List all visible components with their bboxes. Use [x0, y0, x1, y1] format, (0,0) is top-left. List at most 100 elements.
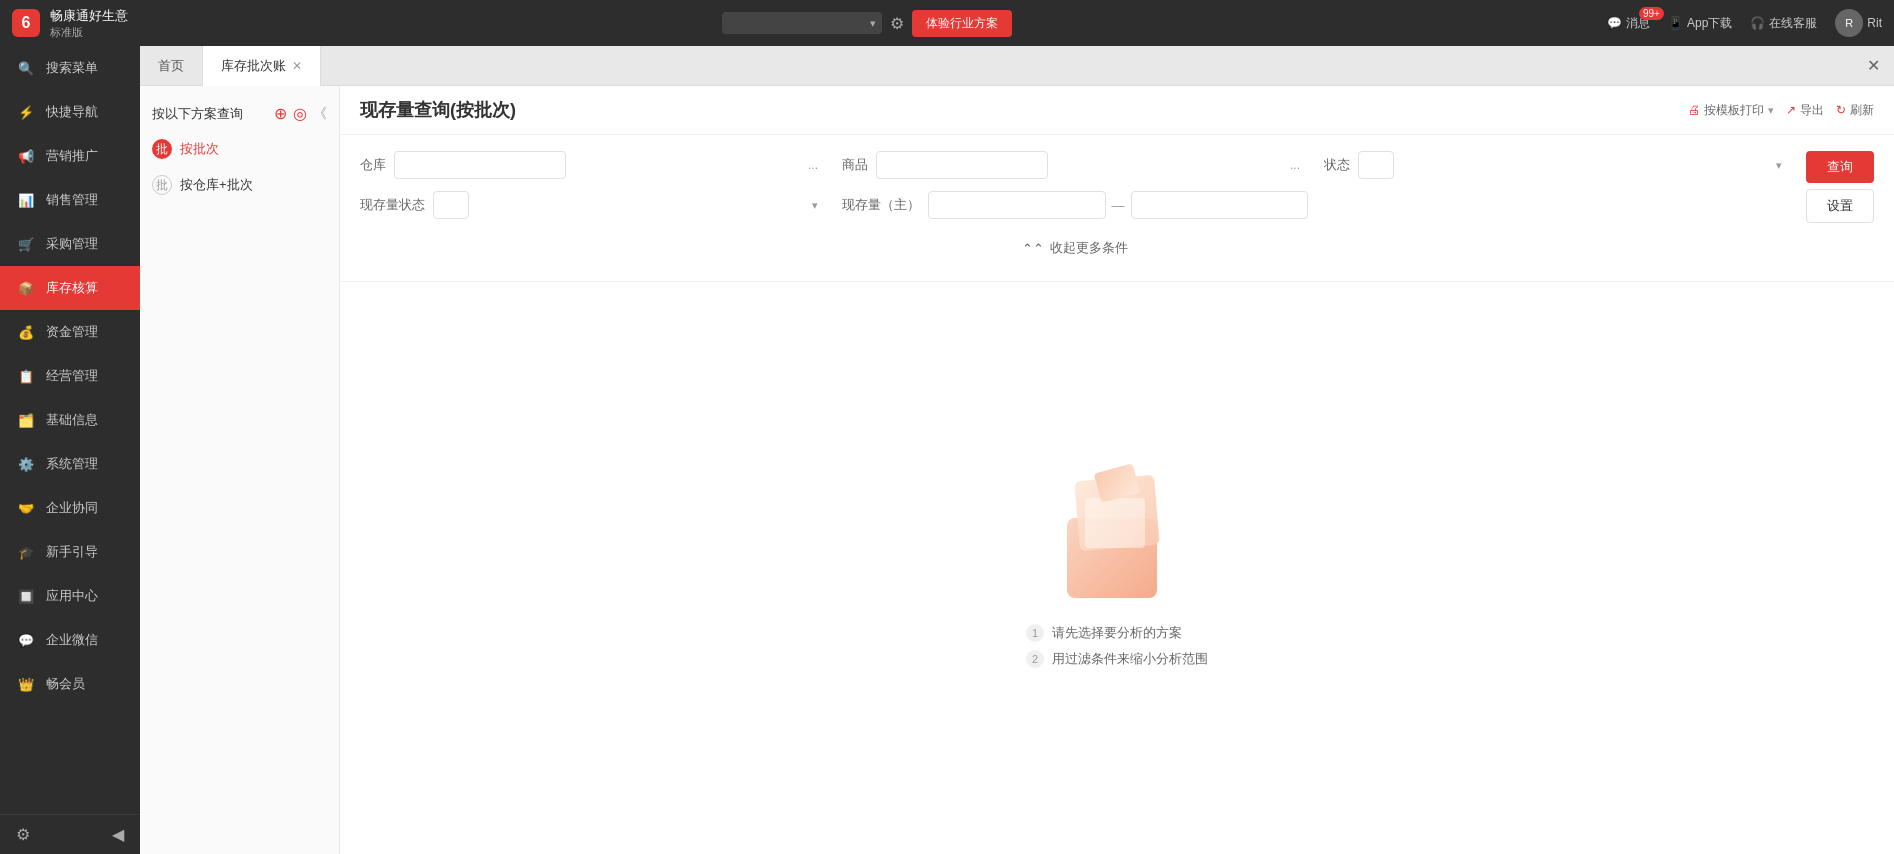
main-layout: 🔍 搜索菜单 ⚡ 快捷导航 📢 营销推广 📊 销售管理 🛒 采购管理 📦 库存核…: [0, 46, 1894, 854]
inventory-status-select[interactable]: [433, 191, 469, 219]
page-title: 现存量查询(按批次): [360, 98, 516, 122]
left-panel-header: 按以下方案查询 ⊕ ◎ 《: [140, 96, 339, 131]
basics-icon: 🗂️: [16, 410, 36, 430]
product-dots-icon[interactable]: ...: [1290, 158, 1300, 172]
panel-item-batch[interactable]: 批 按批次: [140, 131, 339, 167]
online-service-btn[interactable]: 🎧 在线客服: [1750, 15, 1817, 32]
purchase-icon: 🛒: [16, 234, 36, 254]
collapse-panel-icon[interactable]: 《: [313, 105, 327, 123]
headset-icon: 🎧: [1750, 16, 1765, 30]
messages-badge: 99+: [1639, 7, 1664, 20]
scheme-settings-icon[interactable]: ◎: [293, 104, 307, 123]
settings-gear-icon[interactable]: ⚙: [890, 14, 904, 33]
hint-1-text: 请先选择要分析的方案: [1052, 624, 1182, 642]
sidebar-item-sales[interactable]: 📊 销售管理: [0, 178, 140, 222]
panel-item-warehouse-batch[interactable]: 批 按仓库+批次: [140, 167, 339, 203]
warehouse-dots-icon[interactable]: ...: [808, 158, 818, 172]
right-panel: 现存量查询(按批次) 🖨 按模板打印 ▾ ↗ 导出 ↻: [340, 86, 1894, 854]
tab-bar-close-btn[interactable]: ✕: [1853, 56, 1894, 75]
sidebar-label-sales: 销售管理: [46, 191, 98, 209]
sidebar-item-quick-nav[interactable]: ⚡ 快捷导航: [0, 90, 140, 134]
print-template-btn[interactable]: 🖨 按模板打印 ▾: [1688, 102, 1774, 119]
app-version: 标准版: [50, 25, 128, 40]
tab-home[interactable]: 首页: [140, 46, 203, 86]
inventory-icon: 📦: [16, 278, 36, 298]
left-panel-title: 按以下方案查询: [152, 105, 243, 123]
settings-btn[interactable]: 设置: [1806, 189, 1874, 223]
inventory-status-wrap: ▾: [433, 191, 826, 219]
filter-group-inventory-status: 现存量状态 ▾: [360, 191, 826, 219]
filter-row-2: 现存量状态 ▾ 现存量（主）: [360, 191, 1790, 219]
messages-btn[interactable]: 💬 消息 99+: [1607, 15, 1650, 32]
refresh-label: 刷新: [1850, 102, 1874, 119]
batch-icon: 批: [152, 139, 172, 159]
sidebar-item-wechat[interactable]: 💬 企业微信: [0, 618, 140, 662]
refresh-btn[interactable]: ↻ 刷新: [1836, 102, 1874, 119]
tab-inventory-batch[interactable]: 库存批次账 ✕: [203, 46, 321, 86]
warehouse-input-wrap: ...: [394, 151, 826, 179]
sidebar-item-operations[interactable]: 📋 经营管理: [0, 354, 140, 398]
topbar-center: ▾ ⚙ 体验行业方案: [722, 10, 1012, 37]
marketing-icon: 📢: [16, 146, 36, 166]
filter-row-1: 仓库 ... 商品: [360, 151, 1790, 179]
add-scheme-icon[interactable]: ⊕: [274, 104, 287, 123]
inventory-main-to[interactable]: [1131, 191, 1309, 219]
sidebar-label-finance: 资金管理: [46, 323, 98, 341]
product-label: 商品: [842, 156, 868, 174]
product-input[interactable]: [876, 151, 1048, 179]
page-content: 按以下方案查询 ⊕ ◎ 《 批 按批次 批 按仓库+批次: [140, 86, 1894, 854]
sidebar-item-inventory[interactable]: 📦 库存核算: [0, 266, 140, 310]
query-btn[interactable]: 查询: [1806, 151, 1874, 183]
inventory-main-dash: —: [1112, 198, 1125, 213]
tab-bar: 首页 库存批次账 ✕ ✕: [140, 46, 1894, 86]
top-search-input[interactable]: [722, 12, 882, 34]
sidebar: 🔍 搜索菜单 ⚡ 快捷导航 📢 营销推广 📊 销售管理 🛒 采购管理 📦 库存核…: [0, 46, 140, 854]
hint-1-num: 1: [1026, 624, 1044, 642]
sales-icon: 📊: [16, 190, 36, 210]
guide-icon: 🎓: [16, 542, 36, 562]
sidebar-item-purchase[interactable]: 🛒 采购管理: [0, 222, 140, 266]
experience-btn[interactable]: 体验行业方案: [912, 10, 1012, 37]
user-avatar-btn[interactable]: R Rit: [1835, 9, 1882, 37]
filter-group-inventory-main: 现存量（主） —: [842, 191, 1308, 219]
quick-nav-icon: ⚡: [16, 102, 36, 122]
sidebar-item-enterprise[interactable]: 🤝 企业协同: [0, 486, 140, 530]
panel-item-batch-label: 按批次: [180, 140, 219, 158]
sidebar-item-basics[interactable]: 🗂️ 基础信息: [0, 398, 140, 442]
status-chevron-icon: ▾: [1776, 159, 1782, 172]
collapse-more-btn[interactable]: ⌃⌃ 收起更多条件: [360, 231, 1790, 265]
sidebar-item-marketing[interactable]: 📢 营销推广: [0, 134, 140, 178]
topbar-left: 6 畅康通好生意 标准版: [12, 7, 128, 40]
sidebar-label-enterprise: 企业协同: [46, 499, 98, 517]
status-select[interactable]: [1358, 151, 1394, 179]
sidebar-label-operations: 经营管理: [46, 367, 98, 385]
sidebar-label-search-menu: 搜索菜单: [46, 59, 98, 77]
sidebar-item-apps[interactable]: 🔲 应用中心: [0, 574, 140, 618]
system-icon: ⚙️: [16, 454, 36, 474]
sidebar-item-search-menu[interactable]: 🔍 搜索菜单: [0, 46, 140, 90]
page-header-actions: 🖨 按模板打印 ▾ ↗ 导出 ↻ 刷新: [1688, 102, 1874, 119]
refresh-icon: ↻: [1836, 103, 1846, 117]
tab-close-icon[interactable]: ✕: [292, 59, 302, 73]
app-download-btn[interactable]: 📱 App下载: [1668, 15, 1732, 32]
tab-home-label: 首页: [158, 57, 184, 75]
warehouse-input[interactable]: [394, 151, 566, 179]
user-initial: R: [1845, 17, 1853, 29]
company-info: 畅康通好生意 标准版: [50, 7, 128, 40]
inventory-status-label: 现存量状态: [360, 196, 425, 214]
sidebar-item-finance[interactable]: 💰 资金管理: [0, 310, 140, 354]
filter-group-product: 商品 ...: [842, 151, 1308, 179]
export-label: 导出: [1800, 102, 1824, 119]
filter-group-warehouse: 仓库 ...: [360, 151, 826, 179]
product-input-wrap: ...: [876, 151, 1308, 179]
sidebar-label-member: 畅会员: [46, 675, 85, 693]
sidebar-settings-icon[interactable]: ⚙: [16, 825, 30, 844]
export-btn[interactable]: ↗ 导出: [1786, 102, 1824, 119]
sidebar-item-system[interactable]: ⚙️ 系统管理: [0, 442, 140, 486]
wechat-icon: 💬: [16, 630, 36, 650]
sidebar-item-member[interactable]: 👑 畅会员: [0, 662, 140, 706]
sidebar-item-guide[interactable]: 🎓 新手引导: [0, 530, 140, 574]
export-icon: ↗: [1786, 103, 1796, 117]
inventory-main-from[interactable]: [928, 191, 1106, 219]
sidebar-collapse-icon[interactable]: ◀: [112, 825, 124, 844]
